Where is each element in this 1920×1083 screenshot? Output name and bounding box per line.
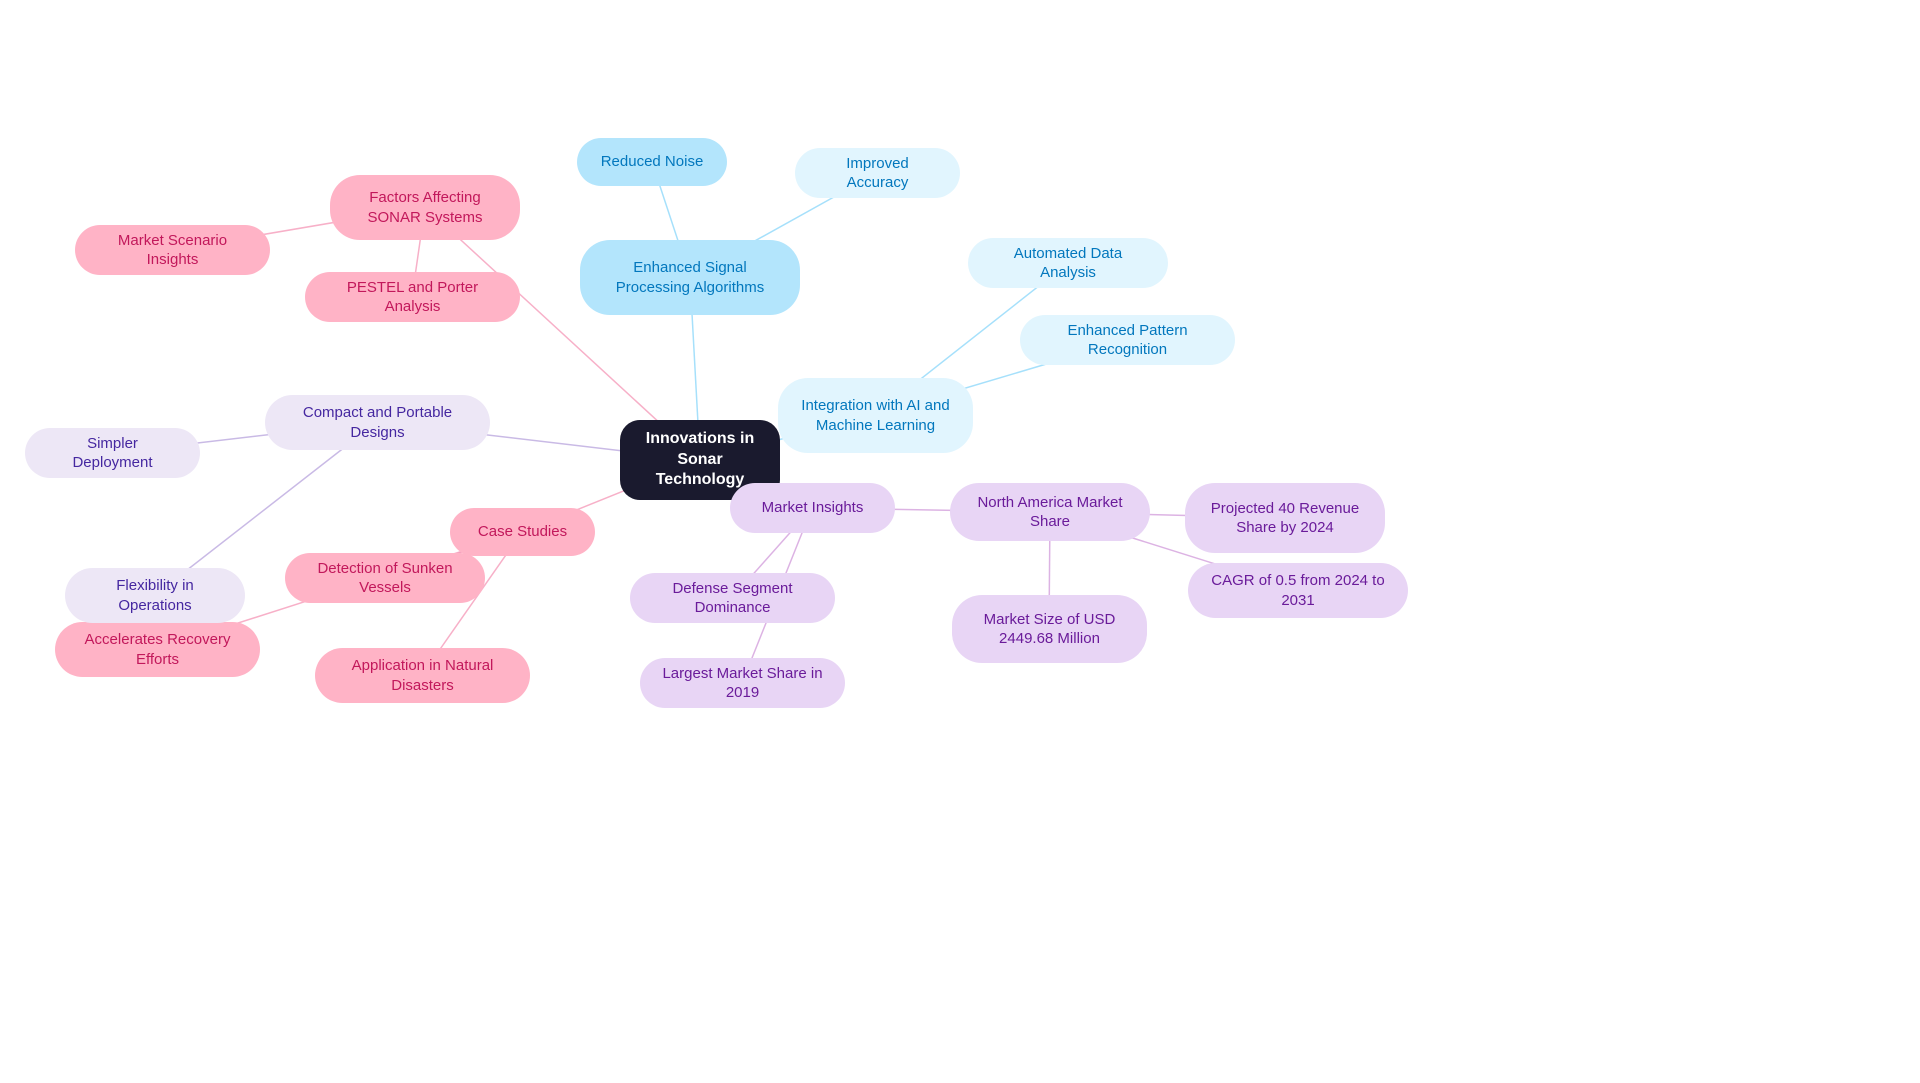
enhanced-signal-node: Enhanced Signal Processing Algorithms — [580, 240, 800, 315]
market-scenario-node: Market Scenario Insights — [75, 225, 270, 275]
market-size-node: Market Size of USD 2449.68 Million — [952, 595, 1147, 663]
market-insights-node: Market Insights — [730, 483, 895, 533]
enhanced-signal-label: Enhanced Signal Processing Algorithms — [600, 258, 780, 297]
case-studies-label: Case Studies — [478, 522, 567, 542]
automated-data-label: Automated Data Analysis — [988, 244, 1148, 283]
pestel-node: PESTEL and Porter Analysis — [305, 272, 520, 322]
north-america-node: North America Market Share — [950, 483, 1150, 541]
compact-portable-node: Compact and Portable Designs — [265, 395, 490, 450]
center-label: Innovations in Sonar Technology — [640, 429, 760, 491]
compact-portable-label: Compact and Portable Designs — [285, 403, 470, 442]
largest-market-label: Largest Market Share in 2019 — [660, 664, 825, 703]
improved-accuracy-label: Improved Accuracy — [815, 154, 940, 193]
accelerates-label: Accelerates Recovery Efforts — [75, 630, 240, 669]
flexibility-node: Flexibility in Operations — [65, 568, 245, 623]
detection-node: Detection of Sunken Vessels — [285, 553, 485, 603]
automated-data-node: Automated Data Analysis — [968, 238, 1168, 288]
factors-affecting-label: Factors Affecting SONAR Systems — [350, 188, 500, 227]
pestel-label: PESTEL and Porter Analysis — [325, 278, 500, 317]
accelerates-node: Accelerates Recovery Efforts — [55, 622, 260, 677]
projected-revenue-node: Projected 40 Revenue Share by 2024 — [1185, 483, 1385, 553]
enhanced-pattern-node: Enhanced Pattern Recognition — [1020, 315, 1235, 365]
simpler-deployment-node: Simpler Deployment — [25, 428, 200, 478]
north-america-label: North America Market Share — [970, 493, 1130, 532]
projected-revenue-label: Projected 40 Revenue Share by 2024 — [1205, 499, 1365, 538]
flexibility-label: Flexibility in Operations — [85, 576, 225, 615]
enhanced-pattern-label: Enhanced Pattern Recognition — [1040, 321, 1215, 360]
cagr-label: CAGR of 0.5 from 2024 to 2031 — [1208, 571, 1388, 610]
simpler-deployment-label: Simpler Deployment — [45, 434, 180, 473]
defense-segment-label: Defense Segment Dominance — [650, 579, 815, 618]
reduced-noise-label: Reduced Noise — [601, 152, 704, 172]
cagr-node: CAGR of 0.5 from 2024 to 2031 — [1188, 563, 1408, 618]
integration-ai-node: Integration with AI and Machine Learning — [778, 378, 973, 453]
case-studies-node: Case Studies — [450, 508, 595, 556]
reduced-noise-node: Reduced Noise — [577, 138, 727, 186]
largest-market-node: Largest Market Share in 2019 — [640, 658, 845, 708]
market-insights-label: Market Insights — [762, 498, 864, 518]
defense-segment-node: Defense Segment Dominance — [630, 573, 835, 623]
market-scenario-label: Market Scenario Insights — [95, 231, 250, 270]
application-node: Application in Natural Disasters — [315, 648, 530, 703]
application-label: Application in Natural Disasters — [335, 656, 510, 695]
factors-affecting-node: Factors Affecting SONAR Systems — [330, 175, 520, 240]
improved-accuracy-node: Improved Accuracy — [795, 148, 960, 198]
market-size-label: Market Size of USD 2449.68 Million — [972, 610, 1127, 649]
detection-label: Detection of Sunken Vessels — [305, 559, 465, 598]
integration-ai-label: Integration with AI and Machine Learning — [798, 396, 953, 435]
